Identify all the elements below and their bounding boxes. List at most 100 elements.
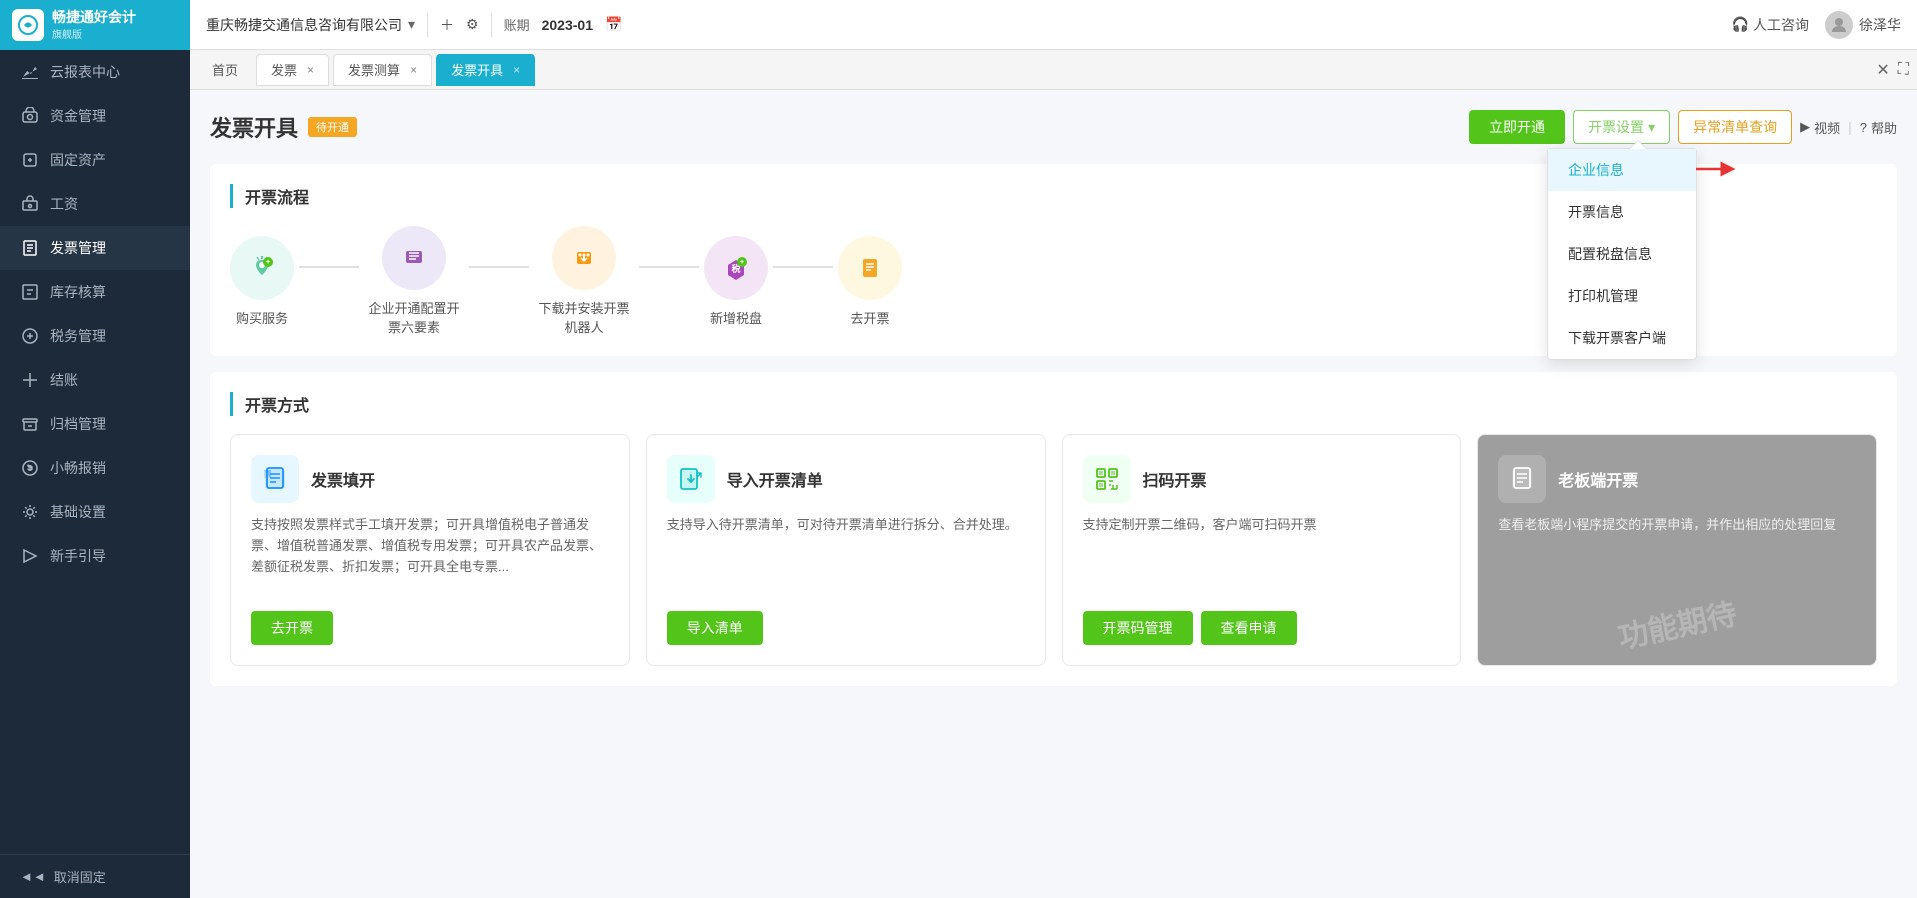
company-selector[interactable]: 重庆畅捷交通信息咨询有限公司 ▾ — [206, 15, 415, 35]
dropdown-item-company[interactable]: 企业信息 — [1548, 149, 1696, 191]
asset-icon — [20, 150, 40, 170]
settings-dropdown-label: 开票设置 — [1588, 117, 1644, 137]
tab-fullscreen-button[interactable]: ⛶ — [1898, 61, 1909, 79]
archive-icon — [20, 414, 40, 434]
step-3-label: 下载并安装开票机器人 — [534, 298, 634, 336]
settings-sidebar-icon — [20, 502, 40, 522]
step-1-label: 购买服务 — [236, 308, 288, 327]
topbar-content: 重庆畅捷交通信息咨询有限公司 ▾ ＋ ⚙ 账期 2023-01 📅 🎧 人工咨询 — [190, 0, 1917, 50]
card-scan-desc: 支持定制开票二维码，客户端可扫码开票 — [1083, 515, 1441, 595]
card-fill-btn[interactable]: 去开票 — [251, 611, 333, 645]
company-name: 重庆畅捷交通信息咨询有限公司 — [206, 15, 402, 35]
plus-icon: ＋ — [440, 15, 454, 35]
card-import-title: 导入开票清单 — [727, 467, 823, 491]
method-card-import: 导入开票清单 支持导入待开票清单，可对待开票清单进行拆分、合并处理。 导入清单 — [646, 434, 1046, 666]
settings-dropdown-button[interactable]: 开票设置 ▾ — [1573, 110, 1670, 144]
tab-calc-close[interactable]: × — [410, 63, 417, 77]
close-account-icon — [20, 370, 40, 390]
card-boss-header: 老板端开票 — [1498, 455, 1856, 503]
help-label: 帮助 — [1871, 118, 1897, 137]
card-scan-buttons: 开票码管理 查看申请 — [1083, 611, 1441, 645]
step-download-icon — [552, 226, 616, 290]
dropdown-item-invoice-info[interactable]: 开票信息 — [1548, 191, 1696, 233]
sidebar-item-fund[interactable]: 资金管理 — [0, 94, 190, 138]
card-import-btn[interactable]: 导入清单 — [667, 611, 763, 645]
sidebar-label-cloud: 云报表中心 — [50, 62, 120, 82]
flow-step-5: 去开票 — [838, 236, 902, 327]
cancel-fixed-label: 取消固定 — [54, 867, 106, 886]
card-scan-btn2[interactable]: 查看申请 — [1201, 611, 1297, 645]
sidebar-item-tax[interactable]: 税务管理 — [0, 314, 190, 358]
step-config-icon — [382, 226, 446, 290]
step-invoice-icon — [838, 236, 902, 300]
method-card-fill: 发票填开 支持按照发票样式手工填开发票；可开具增值税电子普通发票、增值税普通发票… — [230, 434, 630, 666]
user-avatar — [1825, 11, 1853, 39]
app-container: 畅捷通好会计 旗舰版 重庆畅捷交通信息咨询有限公司 ▾ ＋ ⚙ 账期 2023-… — [0, 0, 1917, 898]
chevron-down-icon: ▾ — [1648, 119, 1655, 136]
page-content: 发票开具 待开通 立即开通 开票设置 ▾ 异常清单查询 ▶ 视频 — [190, 90, 1917, 898]
card-import-icon — [667, 455, 715, 503]
sidebar-item-assets[interactable]: 固定资产 — [0, 138, 190, 182]
sidebar-item-expense[interactable]: 小畅报销 — [0, 446, 190, 490]
video-button[interactable]: ▶ 视频 — [1800, 118, 1840, 137]
tab-close-all-button[interactable]: ✕ — [1876, 60, 1889, 80]
tab-invoice[interactable]: 发票 × — [256, 54, 329, 86]
sidebar-label-assets: 固定资产 — [50, 150, 106, 170]
gear-icon: ⚙ — [466, 16, 479, 33]
settings-button[interactable]: ⚙ — [466, 16, 479, 33]
company-chevron-icon: ▾ — [408, 16, 415, 33]
logo-icon — [12, 9, 44, 41]
sidebar-item-inventory[interactable]: 库存核算 — [0, 270, 190, 314]
card-scan-btn1[interactable]: 开票码管理 — [1083, 611, 1193, 645]
card-fill-title: 发票填开 — [311, 467, 375, 491]
step-5-label: 去开票 — [850, 308, 889, 327]
headset-icon: 🎧 — [1732, 16, 1749, 33]
invoice-icon — [20, 238, 40, 258]
sidebar-item-salary[interactable]: 工资 — [0, 182, 190, 226]
dropdown-item-tax-disk[interactable]: 配置税盘信息 — [1548, 233, 1696, 275]
sidebar-label-tax: 税务管理 — [50, 326, 106, 346]
svg-text:+: + — [740, 259, 744, 266]
logo-title: 畅捷通好会计 — [52, 9, 136, 26]
sidebar-item-closeaccount[interactable]: 结账 — [0, 358, 190, 402]
method-card-scan: 扫码开票 支持定制开票二维码，客户端可扫码开票 开票码管理 查看申请 — [1062, 434, 1462, 666]
dropdown-item-printer[interactable]: 打印机管理 — [1548, 275, 1696, 317]
user-area[interactable]: 徐泽华 — [1825, 11, 1901, 39]
exception-list-button[interactable]: 异常清单查询 — [1678, 110, 1792, 144]
activate-button[interactable]: 立即开通 — [1469, 110, 1565, 144]
method-card-boss: 老板端开票 查看老板端小程序提交的开票申请，并作出相应的处理回复 功能期待 — [1477, 434, 1877, 666]
flow-line-2 — [469, 266, 529, 268]
flow-line-1 — [299, 266, 359, 268]
sidebar-label-guide: 新手引导 — [50, 546, 106, 566]
sidebar-item-archive[interactable]: 归档管理 — [0, 402, 190, 446]
salary-icon — [20, 194, 40, 214]
consult-button[interactable]: 🎧 人工咨询 — [1732, 15, 1809, 35]
dropdown-arrow — [1630, 141, 1646, 149]
flow-step-2: 企业开通配置开票六要素 — [364, 226, 464, 336]
card-fill-header: 发票填开 — [251, 455, 609, 503]
tab-invoice-close[interactable]: × — [307, 63, 314, 77]
tab-issue-close[interactable]: × — [513, 63, 520, 77]
tab-issue[interactable]: 发票开具 × — [436, 54, 535, 86]
cancel-fixed-button[interactable]: ◄◄ 取消固定 — [0, 855, 190, 898]
add-company-button[interactable]: ＋ — [440, 15, 454, 35]
tab-calc[interactable]: 发票测算 × — [333, 54, 432, 86]
card-scan-header: 扫码开票 — [1083, 455, 1441, 503]
calendar-icon[interactable]: 📅 — [605, 16, 622, 33]
sidebar-item-invoice[interactable]: 发票管理 — [0, 226, 190, 270]
svg-text:+: + — [266, 259, 270, 266]
card-fill-icon — [251, 455, 299, 503]
settings-dropdown-menu: 企业信息 开票信息 配置税盘信息 打印机管理 下载开票客户端 — [1547, 148, 1697, 360]
tab-actions: ✕ ⛶ — [1876, 60, 1909, 80]
red-arrow-indicator — [1696, 159, 1736, 182]
help-button[interactable]: ? 帮助 — [1860, 118, 1897, 137]
dropdown-item-download-client[interactable]: 下载开票客户端 — [1548, 317, 1696, 359]
sidebar-label-expense: 小畅报销 — [50, 458, 106, 478]
sidebar-label-salary: 工资 — [50, 194, 78, 214]
sidebar-item-guide[interactable]: 新手引导 — [0, 534, 190, 578]
tab-home[interactable]: 首页 — [198, 54, 252, 86]
sidebar-item-settings[interactable]: 基础设置 — [0, 490, 190, 534]
logo-area: 畅捷通好会计 旗舰版 — [0, 0, 190, 50]
guide-icon — [20, 546, 40, 566]
sidebar-item-cloud-reports[interactable]: 云报表中心 — [0, 50, 190, 94]
